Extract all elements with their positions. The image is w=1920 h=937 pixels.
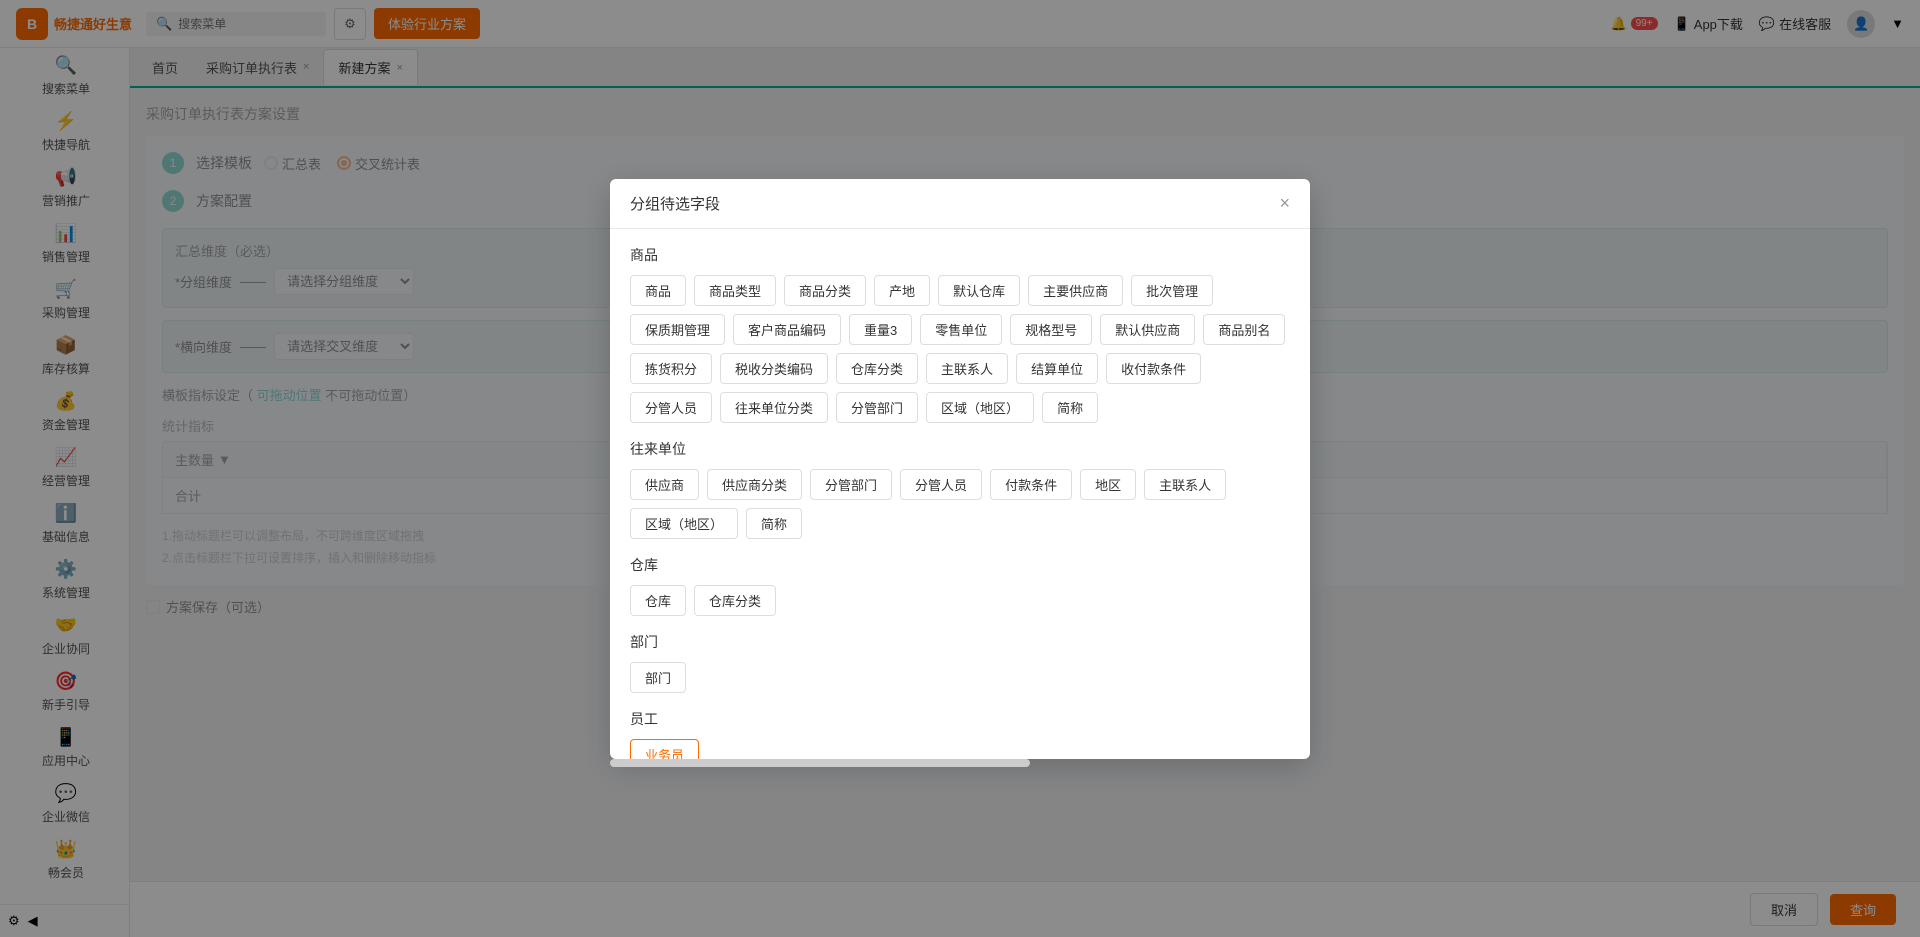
- section-employee: 员工 业务员: [630, 709, 1290, 759]
- field-tag[interactable]: 简称: [746, 508, 802, 539]
- field-tag[interactable]: 零售单位: [920, 314, 1002, 345]
- field-tag[interactable]: 拣货积分: [630, 353, 712, 384]
- field-tag[interactable]: 商品类型: [694, 275, 776, 306]
- field-tag[interactable]: 区域（地区）: [926, 392, 1034, 423]
- field-tag[interactable]: 业务员: [630, 739, 699, 759]
- field-tag[interactable]: 部门: [630, 662, 686, 693]
- section-product-title: 商品: [630, 245, 1290, 265]
- section-warehouse-title: 仓库: [630, 555, 1290, 575]
- field-tag[interactable]: 主要供应商: [1028, 275, 1123, 306]
- field-tag[interactable]: 商品分类: [784, 275, 866, 306]
- section-warehouse: 仓库 仓库 仓库分类: [630, 555, 1290, 616]
- field-tag[interactable]: 付款条件: [990, 469, 1072, 500]
- field-tag[interactable]: 规格型号: [1010, 314, 1092, 345]
- field-tag[interactable]: 分管部门: [836, 392, 918, 423]
- field-tag[interactable]: 主联系人: [926, 353, 1008, 384]
- field-tag[interactable]: 税收分类编码: [720, 353, 828, 384]
- field-tag[interactable]: 结算单位: [1016, 353, 1098, 384]
- field-tag[interactable]: 分管部门: [810, 469, 892, 500]
- product-fields: 商品 商品类型 商品分类 产地 默认仓库 主要供应商 批次管理 保质期管理 客户…: [630, 275, 1290, 423]
- field-tag[interactable]: 区域（地区）: [630, 508, 738, 539]
- field-tag[interactable]: 批次管理: [1131, 275, 1213, 306]
- modal-overlay: 分组待选字段 × 商品 商品 商品类型 商品分类 产地 默认仓库 主要供应商 批…: [0, 0, 1920, 937]
- partner-fields: 供应商 供应商分类 分管部门 分管人员 付款条件 地区 主联系人 区域（地区） …: [630, 469, 1290, 539]
- section-employee-title: 员工: [630, 709, 1290, 729]
- modal-header: 分组待选字段 ×: [610, 179, 1310, 229]
- field-tag[interactable]: 仓库分类: [694, 585, 776, 616]
- modal-dialog: 分组待选字段 × 商品 商品 商品类型 商品分类 产地 默认仓库 主要供应商 批…: [610, 179, 1310, 759]
- field-tag[interactable]: 供应商分类: [707, 469, 802, 500]
- field-tag[interactable]: 收付款条件: [1106, 353, 1201, 384]
- modal-title: 分组待选字段: [630, 193, 720, 214]
- field-tag[interactable]: 仓库: [630, 585, 686, 616]
- employee-fields: 业务员: [630, 739, 1290, 759]
- field-tag[interactable]: 地区: [1080, 469, 1136, 500]
- section-product: 商品 商品 商品类型 商品分类 产地 默认仓库 主要供应商 批次管理 保质期管理…: [630, 245, 1290, 423]
- field-tag[interactable]: 产地: [874, 275, 930, 306]
- field-tag[interactable]: 默认仓库: [938, 275, 1020, 306]
- modal-close-button[interactable]: ×: [1279, 193, 1290, 214]
- field-tag[interactable]: 商品: [630, 275, 686, 306]
- field-tag[interactable]: 分管人员: [630, 392, 712, 423]
- field-tag[interactable]: 供应商: [630, 469, 699, 500]
- department-fields: 部门: [630, 662, 1290, 693]
- field-tag[interactable]: 商品别名: [1203, 314, 1285, 345]
- field-tag[interactable]: 保质期管理: [630, 314, 725, 345]
- field-tag[interactable]: 简称: [1042, 392, 1098, 423]
- field-tag[interactable]: 主联系人: [1144, 469, 1226, 500]
- section-department: 部门 部门: [630, 632, 1290, 693]
- section-department-title: 部门: [630, 632, 1290, 652]
- field-tag[interactable]: 分管人员: [900, 469, 982, 500]
- field-tag[interactable]: 重量3: [849, 314, 912, 345]
- section-partner-title: 往来单位: [630, 439, 1290, 459]
- modal-body[interactable]: 商品 商品 商品类型 商品分类 产地 默认仓库 主要供应商 批次管理 保质期管理…: [610, 229, 1310, 759]
- field-tag[interactable]: 客户商品编码: [733, 314, 841, 345]
- warehouse-fields: 仓库 仓库分类: [630, 585, 1290, 616]
- scrollbar-thumb: [610, 759, 1030, 767]
- section-partner: 往来单位 供应商 供应商分类 分管部门 分管人员 付款条件 地区 主联系人 区域…: [630, 439, 1290, 539]
- field-tag[interactable]: 默认供应商: [1100, 314, 1195, 345]
- field-tag[interactable]: 往来单位分类: [720, 392, 828, 423]
- field-tag[interactable]: 仓库分类: [836, 353, 918, 384]
